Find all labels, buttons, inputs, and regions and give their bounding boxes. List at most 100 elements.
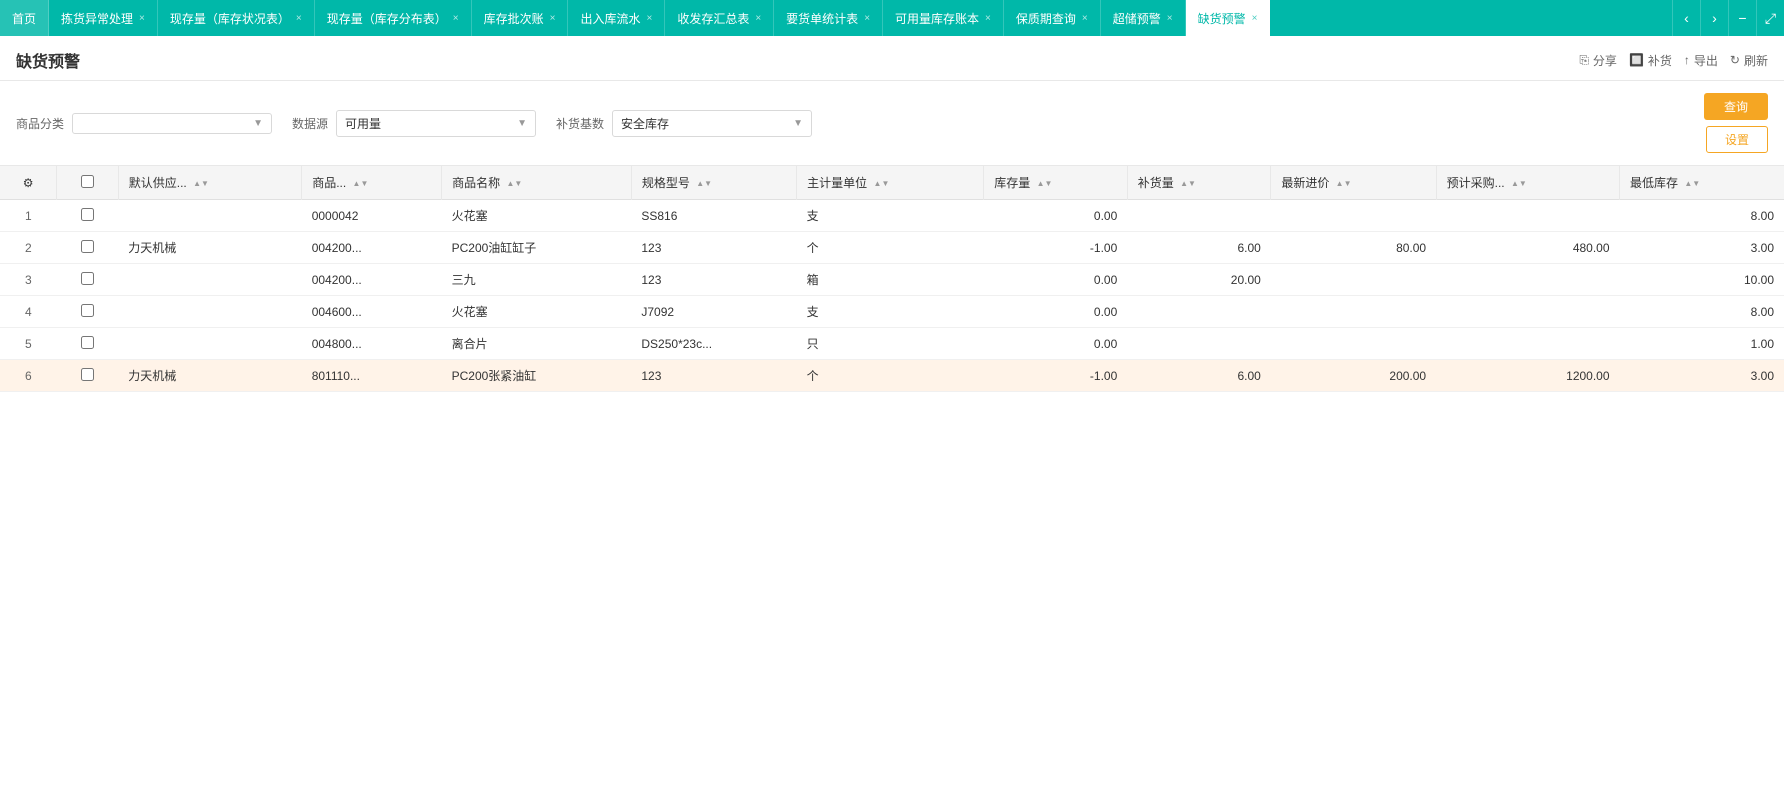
- nav-tab-expiry-query[interactable]: 保质期查询 ×: [1004, 0, 1101, 36]
- top-nav: 首页 拣货异常处理 × 现存量（库存状况表） × 现存量（库存分布表） × 库存…: [0, 0, 1784, 36]
- nav-tab-inout-flow-close[interactable]: ×: [646, 13, 652, 24]
- row-unit-2: 个: [797, 232, 984, 264]
- row-code-6: 801110...: [302, 360, 442, 392]
- row-checkbox-2[interactable]: [57, 232, 119, 264]
- nav-tab-order-stats-close[interactable]: ×: [864, 13, 870, 24]
- row-num-1: 1: [0, 200, 57, 232]
- row-name-2: PC200油缸缸子: [442, 232, 632, 264]
- nav-tab-stock-dist-close[interactable]: ×: [453, 13, 459, 24]
- row-checkbox-1[interactable]: [57, 200, 119, 232]
- share-label: 分享: [1593, 52, 1617, 69]
- datasource-chevron-icon: ▼: [517, 118, 527, 129]
- datasource-select[interactable]: 可用量 ▼: [336, 110, 536, 137]
- nav-tab-order-stats[interactable]: 要货单统计表 ×: [774, 0, 883, 36]
- col-supplier[interactable]: 默认供应... ▲▼: [118, 166, 301, 200]
- page-title: 缺货预警: [16, 48, 80, 72]
- nav-tab-collect-summary-close[interactable]: ×: [755, 13, 761, 24]
- nav-close-tab[interactable]: −: [1728, 0, 1756, 36]
- col-name-label: 商品名称: [452, 176, 500, 190]
- nav-expand[interactable]: ⤢: [1756, 0, 1784, 36]
- col-latest-price-label: 最新进价: [1281, 176, 1329, 190]
- nav-tab-available-ledger[interactable]: 可用量库存账本 ×: [883, 0, 1004, 36]
- row-replenish-2: 6.00: [1127, 232, 1271, 264]
- col-min-stock-label: 最低库存: [1630, 176, 1678, 190]
- col-settings[interactable]: ⚙: [0, 166, 57, 200]
- select-all-checkbox[interactable]: [81, 175, 94, 188]
- sort-unit-icon[interactable]: ▲▼: [874, 180, 890, 188]
- row-min-stock-5: 1.00: [1620, 328, 1784, 360]
- share-button[interactable]: ⎘ 分享: [1579, 52, 1617, 69]
- col-replenish[interactable]: 补货量 ▲▼: [1127, 166, 1271, 200]
- gear-icon[interactable]: ⚙: [23, 176, 34, 190]
- nav-tab-stock-status-close[interactable]: ×: [296, 13, 302, 24]
- refresh-button[interactable]: ↻ 刷新: [1730, 52, 1768, 69]
- sort-spec-icon[interactable]: ▲▼: [696, 180, 712, 188]
- category-label: 商品分类: [16, 115, 64, 132]
- row-est-purchase-6: 1200.00: [1436, 360, 1619, 392]
- nav-scroll-right[interactable]: ›: [1700, 0, 1728, 36]
- row-num-5: 5: [0, 328, 57, 360]
- filter-bar: 商品分类 ▼ 数据源 可用量 ▼ 补货基数 安全库存 ▼ 查询 设置: [0, 81, 1784, 166]
- sort-latest-price-icon[interactable]: ▲▼: [1336, 180, 1352, 188]
- nav-tab-collect-summary-label: 收发存汇总表: [677, 10, 749, 27]
- nav-tab-inout-flow[interactable]: 出入库流水 ×: [568, 0, 665, 36]
- row-code-2: 004200...: [302, 232, 442, 264]
- export-button[interactable]: ↑ 导出: [1684, 52, 1718, 69]
- row-spec-5: DS250*23c...: [631, 328, 796, 360]
- replenish-base-select[interactable]: 安全库存 ▼: [612, 110, 812, 137]
- datasource-value: 可用量: [345, 115, 381, 132]
- nav-tab-batch-account-close[interactable]: ×: [550, 13, 556, 24]
- nav-tab-overstock-close[interactable]: ×: [1167, 13, 1173, 24]
- col-unit[interactable]: 主计量单位 ▲▼: [797, 166, 984, 200]
- row-min-stock-2: 3.00: [1620, 232, 1784, 264]
- col-code[interactable]: 商品... ▲▼: [302, 166, 442, 200]
- sort-replenish-icon[interactable]: ▲▼: [1180, 180, 1196, 188]
- row-supplier-6: 力天机械: [118, 360, 301, 392]
- row-checkbox-5[interactable]: [57, 328, 119, 360]
- row-num-2: 2: [0, 232, 57, 264]
- col-spec[interactable]: 规格型号 ▲▼: [631, 166, 796, 200]
- nav-tab-order-stats-label: 要货单统计表: [786, 10, 858, 27]
- col-est-purchase[interactable]: 预计采购... ▲▼: [1436, 166, 1619, 200]
- col-latest-price[interactable]: 最新进价 ▲▼: [1271, 166, 1436, 200]
- nav-tab-batch-account[interactable]: 库存批次账 ×: [472, 0, 569, 36]
- row-stock-6: -1.00: [984, 360, 1128, 392]
- replenish-label: 补货: [1648, 52, 1672, 69]
- nav-tab-abnormal[interactable]: 拣货异常处理 ×: [49, 0, 158, 36]
- settings-button[interactable]: 设置: [1706, 126, 1768, 153]
- query-button[interactable]: 查询: [1704, 93, 1768, 120]
- nav-tab-inout-flow-label: 出入库流水: [580, 10, 640, 27]
- table-row: 4 004600... 火花塞 J7092 支 0.00 8.00: [0, 296, 1784, 328]
- nav-tab-stock-dist[interactable]: 现存量（库存分布表） ×: [315, 0, 472, 36]
- row-checkbox-3[interactable]: [57, 264, 119, 296]
- nav-tab-shortage[interactable]: 缺货预警 ×: [1186, 0, 1271, 36]
- sort-code-icon[interactable]: ▲▼: [353, 180, 369, 188]
- row-checkbox-6[interactable]: [57, 360, 119, 392]
- col-stock[interactable]: 库存量 ▲▼: [984, 166, 1128, 200]
- col-min-stock[interactable]: 最低库存 ▲▼: [1620, 166, 1784, 200]
- sort-min-stock-icon[interactable]: ▲▼: [1684, 180, 1700, 188]
- nav-tab-abnormal-close[interactable]: ×: [139, 13, 145, 24]
- col-replenish-label: 补货量: [1138, 176, 1174, 190]
- row-latest-price-4: [1271, 296, 1436, 328]
- nav-tab-shortage-close[interactable]: ×: [1252, 13, 1258, 24]
- refresh-icon: ↻: [1730, 53, 1740, 67]
- sort-est-purchase-icon[interactable]: ▲▼: [1511, 180, 1527, 188]
- sort-stock-icon[interactable]: ▲▼: [1037, 180, 1053, 188]
- nav-tab-available-ledger-close[interactable]: ×: [985, 13, 991, 24]
- nav-tab-home[interactable]: 首页: [0, 0, 49, 36]
- category-chevron-icon: ▼: [253, 118, 263, 129]
- sort-name-icon[interactable]: ▲▼: [506, 180, 522, 188]
- nav-scroll-left[interactable]: ‹: [1672, 0, 1700, 36]
- nav-tab-collect-summary[interactable]: 收发存汇总表 ×: [665, 0, 774, 36]
- category-select[interactable]: ▼: [72, 113, 272, 134]
- col-name[interactable]: 商品名称 ▲▼: [442, 166, 632, 200]
- row-spec-6: 123: [631, 360, 796, 392]
- nav-tab-stock-status[interactable]: 现存量（库存状况表） ×: [158, 0, 315, 36]
- nav-tab-overstock[interactable]: 超储预警 ×: [1101, 0, 1186, 36]
- nav-tab-expiry-query-close[interactable]: ×: [1082, 13, 1088, 24]
- row-num-3: 3: [0, 264, 57, 296]
- sort-supplier-icon[interactable]: ▲▼: [193, 180, 209, 188]
- replenish-button[interactable]: 🔲 补货: [1629, 52, 1672, 69]
- row-checkbox-4[interactable]: [57, 296, 119, 328]
